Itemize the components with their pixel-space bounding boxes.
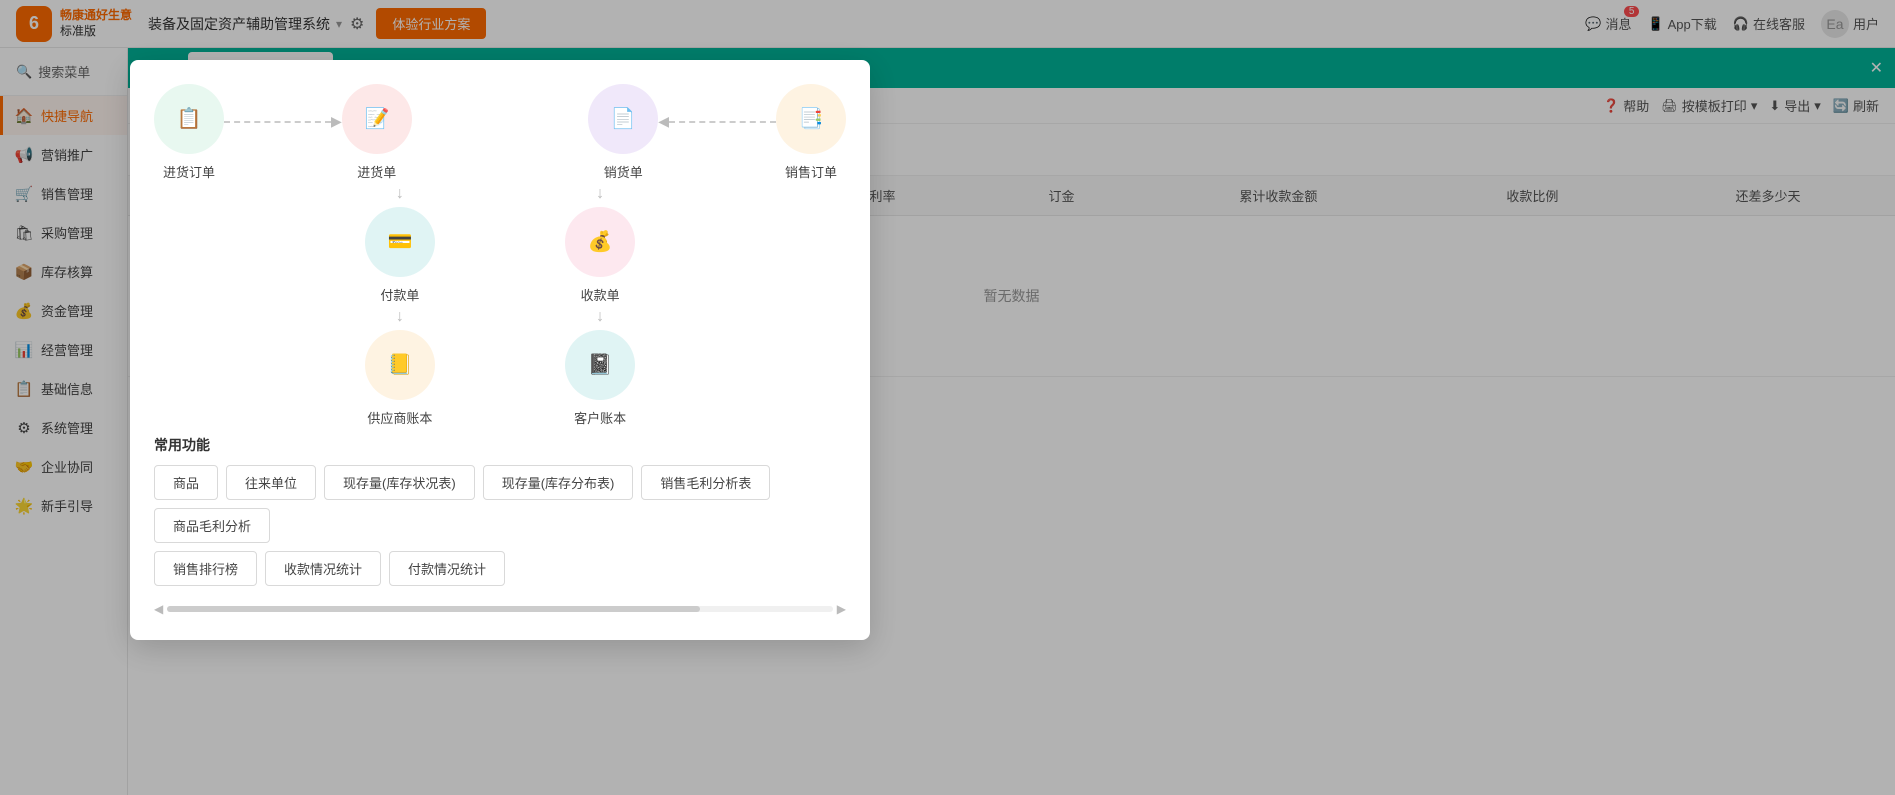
purchase-slip-label: 进货单 xyxy=(357,162,396,181)
svg-text:📝: 📝 xyxy=(364,106,389,130)
scroll-left-icon[interactable]: ◀ xyxy=(154,602,163,616)
down-arrow-payment: ↓ xyxy=(396,185,404,203)
sales-order-icon[interactable]: 📑 xyxy=(776,84,846,154)
down-arrow-receipt: ↓ xyxy=(596,185,604,203)
func-btn-现存量(库存分布表)[interactable]: 现存量(库存分布表) xyxy=(483,465,634,500)
spacer2 xyxy=(460,185,539,304)
customer-ledger-label: 客户账本 xyxy=(574,408,626,427)
sales-slip-icon[interactable]: 📄 xyxy=(588,84,658,154)
purchase-order-node: 📋 进货订单 xyxy=(154,84,224,181)
payment-slip-icon[interactable]: 💳 xyxy=(365,207,435,277)
receipt-slip-icon[interactable]: 💰 xyxy=(565,207,635,277)
spacer5 xyxy=(460,308,539,427)
flow-top-row: 📋 进货订单 ▶ 📝 进货单 xyxy=(154,84,846,181)
sales-order-label: 销售订单 xyxy=(785,162,837,181)
down-arrow-customer: ↓ xyxy=(596,308,604,326)
svg-text:📓: 📓 xyxy=(588,353,613,376)
payment-col: ↓ 💳 付款单 xyxy=(350,185,450,304)
svg-text:📋: 📋 xyxy=(177,106,202,130)
customer-ledger-icon[interactable]: 📓 xyxy=(565,330,635,400)
sales-slip-node: 📄 销货单 xyxy=(588,84,658,181)
flow-bottom-section: ↓ 📒 供应商账本 ↓ 📓 客户账本 xyxy=(154,308,846,427)
common-functions-title: 常用功能 xyxy=(154,435,846,455)
receipt-col: ↓ 💰 收款单 xyxy=(550,185,650,304)
func-btn-销售排行榜[interactable]: 销售排行榜 xyxy=(154,551,257,586)
purchase-order-label: 进货订单 xyxy=(163,162,215,181)
common-functions: 常用功能 商品往来单位现存量(库存状况表)现存量(库存分布表)销售毛利分析表商品… xyxy=(154,435,846,586)
spacer6 xyxy=(661,308,841,427)
modal-scrollbar: ◀ ▶ xyxy=(154,602,846,616)
flow-diagram: 📋 进货订单 ▶ 📝 进货单 xyxy=(154,84,846,427)
customer-ledger-col: ↓ 📓 客户账本 xyxy=(550,308,650,427)
supplier-ledger-icon[interactable]: 📒 xyxy=(365,330,435,400)
payment-slip-label: 付款单 xyxy=(380,285,419,304)
scrollbar-track xyxy=(167,606,833,612)
spacer4 xyxy=(159,308,339,427)
functions-row-1: 商品往来单位现存量(库存状况表)现存量(库存分布表)销售毛利分析表商品毛利分析 xyxy=(154,465,846,543)
func-btn-销售毛利分析表[interactable]: 销售毛利分析表 xyxy=(641,465,770,500)
quick-nav-modal: 📋 进货订单 ▶ 📝 进货单 xyxy=(130,60,870,640)
supplier-ledger-col: ↓ 📒 供应商账本 xyxy=(350,308,450,427)
purchase-slip-icon[interactable]: 📝 xyxy=(342,84,412,154)
down-arrow-supplier: ↓ xyxy=(396,308,404,326)
svg-text:📒: 📒 xyxy=(387,353,412,376)
spacer3 xyxy=(661,185,841,304)
functions-row-2: 销售排行榜收款情况统计付款情况统计 xyxy=(154,551,846,586)
sales-order-node: 📑 销售订单 xyxy=(776,84,846,181)
flow-mid-section: ↓ 💳 付款单 ↓ 💰 收款单 xyxy=(154,185,846,304)
func-btn-商品[interactable]: 商品 xyxy=(154,465,218,500)
modal-overlay: 📋 进货订单 ▶ 📝 进货单 xyxy=(0,0,1895,795)
scrollbar-thumb[interactable] xyxy=(167,606,699,612)
func-btn-往来单位[interactable]: 往来单位 xyxy=(226,465,316,500)
func-btn-收款情况统计[interactable]: 收款情况统计 xyxy=(265,551,381,586)
supplier-ledger-label: 供应商账本 xyxy=(367,408,432,427)
arrow-po-ps: ▶ xyxy=(224,113,342,152)
svg-text:💰: 💰 xyxy=(588,229,613,253)
svg-text:💳: 💳 xyxy=(387,231,412,253)
scroll-right-icon[interactable]: ▶ xyxy=(837,602,846,616)
receipt-slip-label: 收款单 xyxy=(581,285,620,304)
purchase-order-icon[interactable]: 📋 xyxy=(154,84,224,154)
func-btn-商品毛利分析[interactable]: 商品毛利分析 xyxy=(154,508,270,543)
purchase-down-area xyxy=(159,185,339,304)
func-btn-付款情况统计[interactable]: 付款情况统计 xyxy=(389,551,505,586)
arrow-so-ss: ◀ xyxy=(658,113,776,152)
purchase-slip-node: 📝 进货单 xyxy=(342,84,412,181)
svg-text:📑: 📑 xyxy=(799,106,824,130)
func-btn-现存量(库存状况表)[interactable]: 现存量(库存状况表) xyxy=(324,465,475,500)
sales-slip-label: 销货单 xyxy=(604,162,643,181)
svg-text:📄: 📄 xyxy=(611,106,636,130)
